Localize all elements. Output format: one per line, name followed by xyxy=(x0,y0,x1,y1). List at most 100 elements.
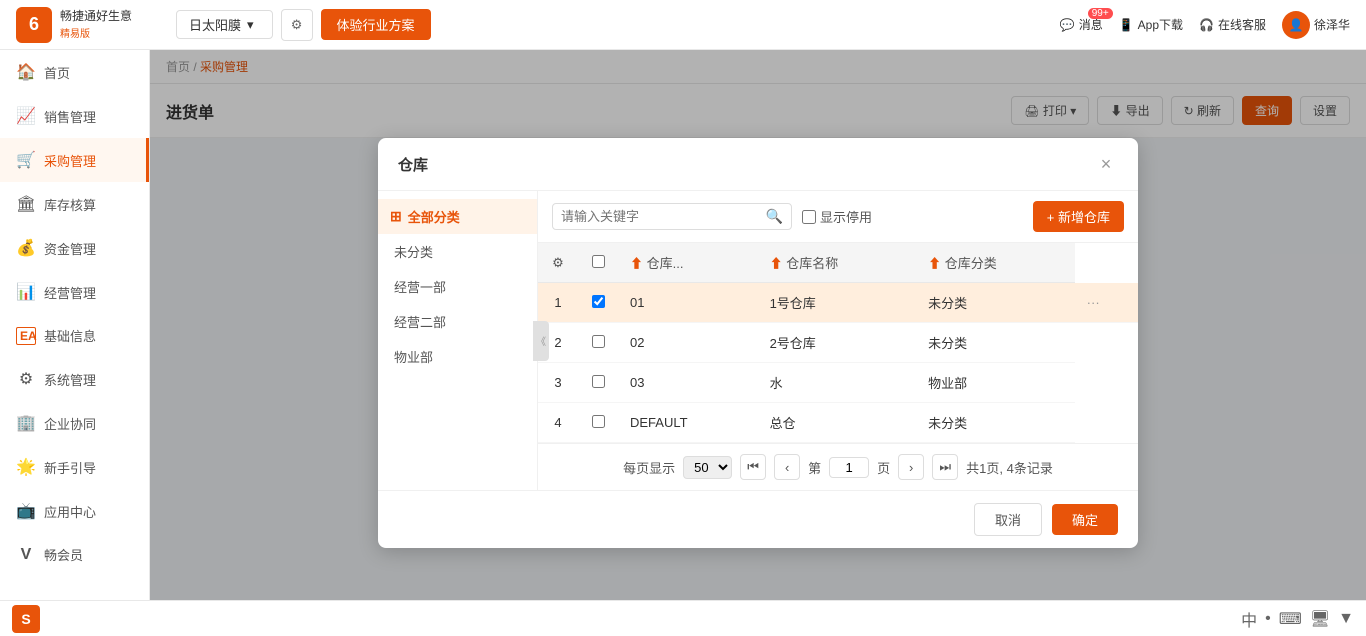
sort-icon3: ⬆ xyxy=(928,256,941,271)
row-category: 未分类 xyxy=(916,403,1075,443)
top-header: 6 畅捷通好生意 精易版 日太阳膜 ▾ ⚙ 体验行业方案 💬 消息 99+ 📱 … xyxy=(0,0,1366,50)
row-checkbox[interactable] xyxy=(578,403,618,443)
sidebar-label-purchase: 采购管理 xyxy=(44,151,96,170)
sidebar-item-inventory[interactable]: 🏛 库存核算 xyxy=(0,182,149,226)
row-name: 水 xyxy=(758,363,917,403)
service-label: 在线客服 xyxy=(1218,16,1266,33)
home-icon: 🏠 xyxy=(16,62,36,82)
prev-page-button[interactable]: ‹ xyxy=(774,454,800,480)
row-code: 01 xyxy=(618,283,758,323)
cancel-button[interactable]: 取消 xyxy=(974,503,1042,536)
store-name: 日太阳膜 xyxy=(189,15,241,34)
search-box[interactable]: 🔍 xyxy=(552,203,792,230)
sidebar-item-basic-info[interactable]: EA 基础信息 xyxy=(0,314,149,357)
table-row[interactable]: 3 03 水 物业部 xyxy=(538,363,1138,403)
warehouse-modal: 仓库 × ⊞ 全部分类 未分类 经营一部 经营二部 物业部 xyxy=(378,138,1138,548)
category-item-dept1[interactable]: 经营一部 xyxy=(378,269,537,304)
mobile-icon: 📱 xyxy=(1119,18,1134,32)
online-service-item[interactable]: 🎧 在线客服 xyxy=(1199,16,1266,33)
modal-close-button[interactable]: × xyxy=(1094,152,1118,176)
sidebar-item-guide[interactable]: 🌟 新手引导 xyxy=(0,445,149,489)
page-suffix: 页 xyxy=(877,458,890,477)
search-icon[interactable]: 🔍 xyxy=(766,208,783,225)
collapse-sidebar-button[interactable]: 《 xyxy=(533,321,549,361)
pagination: 每页显示 50 ⏮ ‹ 第 页 › ⏭ 共1页, 4条记录 xyxy=(538,443,1138,490)
all-category-header[interactable]: ⊞ 全部分类 xyxy=(378,199,537,234)
purchase-icon: 🛒 xyxy=(16,150,36,170)
category-item-dept2[interactable]: 经营二部 xyxy=(378,304,537,339)
sidebar-item-sales[interactable]: 📈 销售管理 xyxy=(0,94,149,138)
search-input[interactable] xyxy=(561,209,760,224)
data-table: ⚙ ⬆ 仓库... ⬆ 仓库名称 xyxy=(538,243,1138,443)
sidebar-item-finance[interactable]: 💰 资金管理 xyxy=(0,226,149,270)
row-checkbox[interactable] xyxy=(578,283,618,323)
sidebar-item-purchase[interactable]: 🛒 采购管理 xyxy=(0,138,149,182)
sidebar-label-system: 系统管理 xyxy=(44,370,96,389)
show-disabled-checkbox[interactable] xyxy=(802,210,816,224)
select-all-checkbox[interactable] xyxy=(592,255,605,268)
sidebar-label-basic-info: 基础信息 xyxy=(44,326,96,345)
per-page-select[interactable]: 50 xyxy=(683,456,732,479)
finance-icon: 💰 xyxy=(16,238,36,258)
add-warehouse-button[interactable]: + 新增仓库 xyxy=(1033,201,1124,232)
last-page-button[interactable]: ⏭ xyxy=(932,454,958,480)
col-category: ⬆ 仓库分类 xyxy=(916,243,1075,283)
modal-title: 仓库 xyxy=(398,154,428,175)
table-header-row: ⚙ ⬆ 仓库... ⬆ 仓库名称 xyxy=(538,243,1138,283)
sidebar-item-home[interactable]: 🏠 首页 xyxy=(0,50,149,94)
page-number-input[interactable] xyxy=(829,457,869,478)
show-disabled-toggle[interactable]: 显示停用 xyxy=(802,207,872,226)
sidebar-label-enterprise: 企业协同 xyxy=(44,414,96,433)
store-selector[interactable]: 日太阳膜 ▾ xyxy=(176,10,273,39)
modal-footer: 取消 确定 xyxy=(378,490,1138,548)
show-disabled-label: 显示停用 xyxy=(820,207,872,226)
app-download-item[interactable]: 📱 App下载 xyxy=(1119,16,1183,33)
sidebar-item-operation[interactable]: 📊 经营管理 xyxy=(0,270,149,314)
system-icon: ⚙ xyxy=(16,369,36,389)
table-row[interactable]: 1 01 1号仓库 未分类 ··· xyxy=(538,283,1138,323)
row-code: 03 xyxy=(618,363,758,403)
row-category: 未分类 xyxy=(916,283,1075,323)
table-area: 🔍 显示停用 + 新增仓库 xyxy=(538,191,1138,490)
gear-button[interactable]: ⚙ xyxy=(281,9,313,41)
row-name: 1号仓库 xyxy=(758,283,917,323)
user-name: 徐泽华 xyxy=(1314,16,1350,33)
category-item-property[interactable]: 物业部 xyxy=(378,339,537,374)
total-info: 共1页, 4条记录 xyxy=(966,458,1053,477)
bottom-bar: S 中 • ⌨ 🖥 ▼ xyxy=(0,600,1366,636)
dropdown-arrow-icon: ▾ xyxy=(247,17,254,33)
main-content: 首页 / 采购管理 进货单 🖨 打印 ▾ ⬇ 导出 ↻ 刷新 查询 设置 仓库 … xyxy=(150,50,1366,636)
row-checkbox[interactable] xyxy=(578,363,618,403)
row-name: 2号仓库 xyxy=(758,323,917,363)
main-layout: 🏠 首页 📈 销售管理 🛒 采购管理 🏛 库存核算 💰 资金管理 📊 经营管理 … xyxy=(0,50,1366,636)
sidebar-label-member: 畅会员 xyxy=(44,545,83,564)
confirm-button[interactable]: 确定 xyxy=(1052,504,1118,535)
logo-sub: 精易版 xyxy=(60,25,132,40)
sidebar-item-system[interactable]: ⚙ 系统管理 xyxy=(0,357,149,401)
sidebar-label-operation: 经营管理 xyxy=(44,283,96,302)
try-industry-button[interactable]: 体验行业方案 xyxy=(321,9,431,40)
row-actions[interactable]: ··· xyxy=(1075,283,1138,323)
table-row[interactable]: 2 02 2号仓库 未分类 xyxy=(538,323,1138,363)
row-checkbox[interactable] xyxy=(578,323,618,363)
next-page-button[interactable]: › xyxy=(898,454,924,480)
notification-item[interactable]: 💬 消息 99+ xyxy=(1060,16,1103,33)
sidebar-item-enterprise[interactable]: 🏢 企业协同 xyxy=(0,401,149,445)
first-page-button[interactable]: ⏮ xyxy=(740,454,766,480)
col-check xyxy=(578,243,618,283)
col-name: ⬆ 仓库名称 xyxy=(758,243,917,283)
user-avatar[interactable]: 👤 徐泽华 xyxy=(1282,11,1350,39)
modal-header: 仓库 × xyxy=(378,138,1138,191)
row-category: 物业部 xyxy=(916,363,1075,403)
notification-badge: 99+ xyxy=(1088,8,1113,19)
sidebar-item-app-center[interactable]: 📺 应用中心 xyxy=(0,489,149,533)
enterprise-icon: 🏢 xyxy=(16,413,36,433)
logo-text: 畅捷通好生意 xyxy=(60,9,132,25)
table-row[interactable]: 4 DEFAULT 总仓 未分类 xyxy=(538,403,1138,443)
logo-area: 6 畅捷通好生意 精易版 xyxy=(16,7,166,43)
warehouse-table: ⚙ ⬆ 仓库... ⬆ 仓库名称 xyxy=(538,243,1138,443)
header-right: 💬 消息 99+ 📱 App下载 🎧 在线客服 👤 徐泽华 xyxy=(1060,11,1350,39)
sidebar-item-member[interactable]: V 畅会员 xyxy=(0,533,149,576)
category-item-unclassified[interactable]: 未分类 xyxy=(378,234,537,269)
app-center-icon: 📺 xyxy=(16,501,36,521)
